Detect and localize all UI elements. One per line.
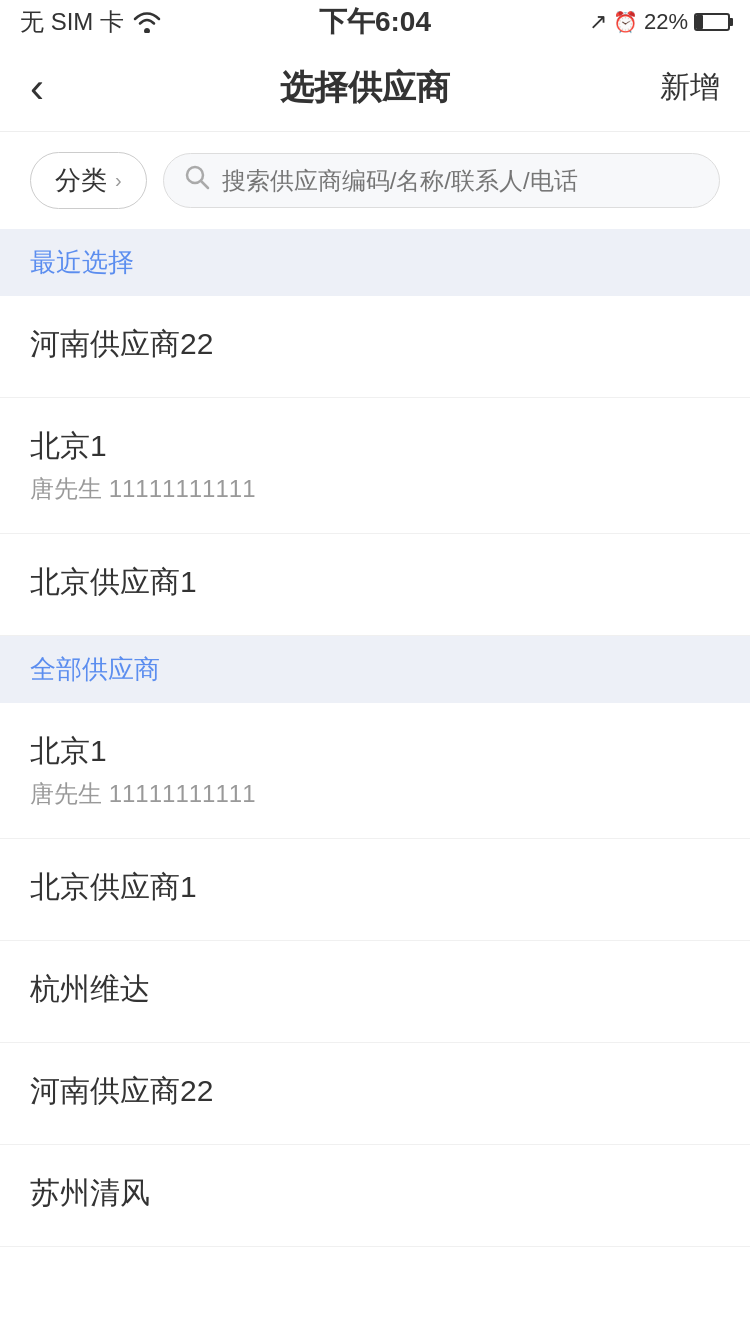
svg-line-1 — [201, 181, 208, 188]
supplier-name: 北京1 — [30, 426, 720, 467]
supplier-item[interactable]: 苏州清风 — [0, 1145, 750, 1247]
nav-bar: ‹ 选择供应商 新增 — [0, 44, 750, 132]
supplier-item[interactable]: 北京1 唐先生 11111111111 — [0, 703, 750, 839]
status-bar-right: ↗ ⏰ 22% — [589, 9, 730, 35]
battery-fill — [696, 15, 703, 29]
search-icon — [184, 164, 210, 197]
supplier-name: 河南供应商22 — [30, 1071, 720, 1112]
supplier-name: 苏州清风 — [30, 1173, 720, 1214]
sections-container: 最近选择河南供应商22 北京1 唐先生 11111111111 北京供应商1 全部供应商… — [0, 229, 750, 1247]
supplier-item[interactable]: 北京供应商1 — [0, 534, 750, 636]
supplier-name: 杭州维达 — [30, 969, 720, 1010]
chevron-right-icon: › — [115, 169, 122, 192]
supplier-name: 河南供应商22 — [30, 324, 720, 365]
section-header-recent: 最近选择 — [0, 229, 750, 296]
supplier-item[interactable]: 北京供应商1 — [0, 839, 750, 941]
search-input[interactable] — [222, 167, 699, 195]
category-label: 分类 — [55, 163, 107, 198]
alarm-icon: ⏰ — [613, 10, 638, 34]
battery-icon — [694, 13, 730, 31]
category-button[interactable]: 分类 › — [30, 152, 147, 209]
supplier-contact: 唐先生 11111111111 — [30, 473, 720, 505]
supplier-item[interactable]: 北京1 唐先生 11111111111 — [0, 398, 750, 534]
back-button[interactable]: ‹ — [30, 64, 90, 112]
supplier-name: 北京供应商1 — [30, 562, 720, 603]
add-button[interactable]: 新增 — [640, 67, 720, 108]
location-icon: ↗ — [589, 9, 607, 35]
status-bar-left: 无 SIM 卡 — [20, 6, 162, 38]
filter-bar: 分类 › — [0, 132, 750, 229]
supplier-name: 北京供应商1 — [30, 867, 720, 908]
supplier-name: 北京1 — [30, 731, 720, 772]
search-box[interactable] — [163, 153, 720, 208]
status-bar: 无 SIM 卡 下午6:04 ↗ ⏰ 22% — [0, 0, 750, 44]
wifi-icon — [132, 11, 162, 33]
supplier-item[interactable]: 河南供应商22 — [0, 296, 750, 398]
page-title: 选择供应商 — [280, 65, 450, 111]
sim-label: 无 SIM 卡 — [20, 6, 124, 38]
section-header-all: 全部供应商 — [0, 636, 750, 703]
supplier-contact: 唐先生 11111111111 — [30, 778, 720, 810]
supplier-item[interactable]: 河南供应商22 — [0, 1043, 750, 1145]
supplier-item[interactable]: 杭州维达 — [0, 941, 750, 1043]
battery-pct: 22% — [644, 9, 688, 35]
status-bar-time: 下午6:04 — [319, 3, 431, 41]
